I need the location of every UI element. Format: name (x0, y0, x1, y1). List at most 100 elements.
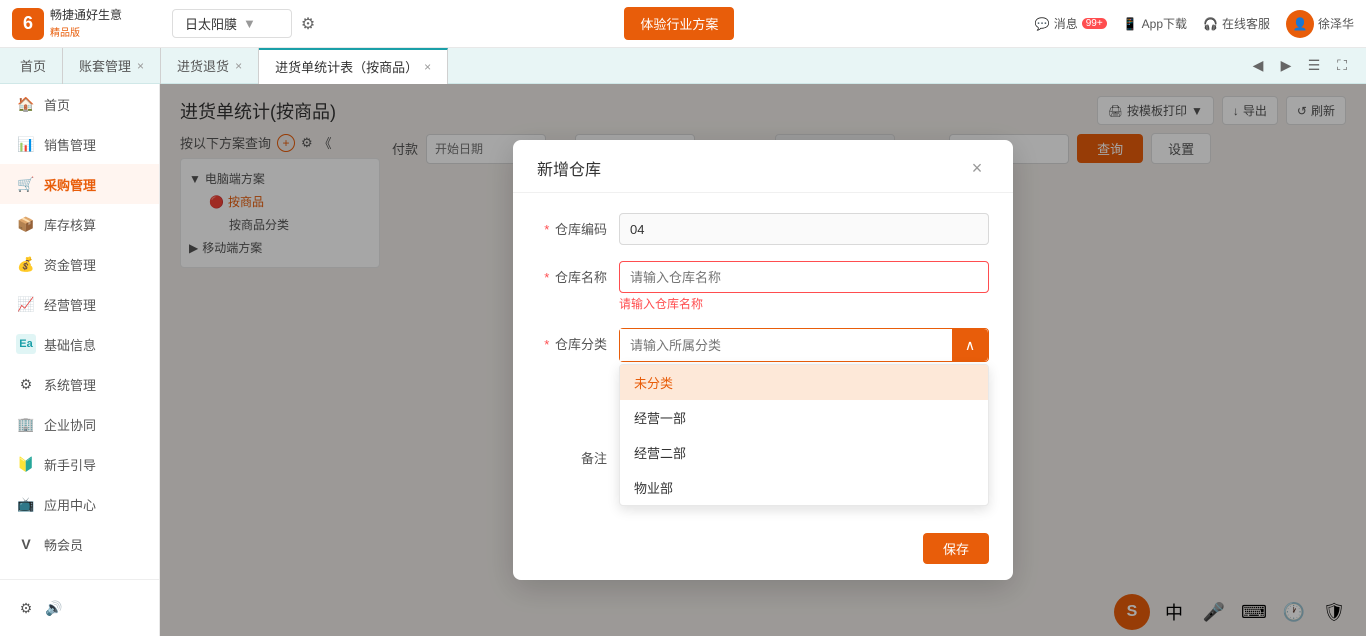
sidebar-label-guide: 新手引导 (44, 455, 96, 474)
dropdown-item-dept3[interactable]: 物业部 (620, 470, 988, 505)
store-name: 日太阳膜 (185, 14, 237, 33)
warehouse-code-input[interactable] (619, 213, 989, 245)
sidebar-item-operation[interactable]: 📈 经营管理 (0, 284, 159, 324)
top-header: 6 畅捷通好生意 精品版 日太阳膜 ▼ ⚙ 体验行业方案 💬 消息 99+ 📱 … (0, 0, 1366, 48)
warehouse-name-error: 请输入仓库名称 (619, 295, 989, 312)
sidebar-item-inventory[interactable]: 📦 库存核算 (0, 204, 159, 244)
sidebar-label-basic-info: 基础信息 (44, 335, 96, 354)
sidebar-label-inventory: 库存核算 (44, 215, 96, 234)
store-arrow-icon: ▼ (243, 16, 256, 31)
warehouse-type-row: 仓库分类 ∧ 未分类 经营一部 经营二部 (537, 328, 989, 362)
user-name: 徐泽华 (1318, 15, 1354, 32)
sidebar-item-vip[interactable]: V 畅会员 (0, 524, 159, 564)
warehouse-type-arrow-icon[interactable]: ∧ (952, 329, 988, 361)
sidebar-item-finance[interactable]: 💰 资金管理 (0, 244, 159, 284)
modal-footer: 保存 (513, 517, 1013, 580)
customer-service-item[interactable]: 🎧 在线客服 (1203, 15, 1270, 32)
dropdown-item-dept2[interactable]: 经营二部 (620, 435, 988, 470)
header-middle: 体验行业方案 (324, 7, 1035, 40)
user-menu[interactable]: 👤 徐泽华 (1286, 10, 1354, 38)
app-logo-icon: 6 (12, 8, 44, 40)
sidebar-item-guide[interactable]: 🔰 新手引导 (0, 444, 159, 484)
sidebar-label-vip: 畅会员 (44, 535, 83, 554)
tab-prev-button[interactable]: ◀ (1246, 54, 1270, 78)
tab-next-button[interactable]: ▶ (1274, 54, 1298, 78)
modal-close-button[interactable]: × (965, 156, 989, 180)
sidebar-label-app-center: 应用中心 (44, 495, 96, 514)
tab-purchase-return-close-icon[interactable]: × (235, 59, 242, 73)
notification-item[interactable]: 💬 消息 99+ (1035, 15, 1107, 32)
sidebar-gear-icon: ⚙ (16, 598, 36, 618)
purchase-icon: 🛒 (16, 174, 36, 194)
tab-purchase-stat-close-icon[interactable]: × (424, 60, 431, 74)
tab-purchase-return-label: 进货退货 (177, 56, 229, 75)
sidebar-item-sales[interactable]: 📊 销售管理 (0, 124, 159, 164)
vip-icon: V (16, 534, 36, 554)
sidebar-label-system: 系统管理 (44, 375, 96, 394)
tab-purchase-return[interactable]: 进货退货 × (161, 48, 259, 84)
close-icon: × (972, 158, 983, 179)
sidebar-label-purchase: 采购管理 (44, 175, 96, 194)
warehouse-type-input[interactable] (620, 329, 952, 361)
sidebar-item-purchase[interactable]: 🛒 采购管理 (0, 164, 159, 204)
sidebar-label-sales: 销售管理 (44, 135, 96, 154)
warehouse-name-input[interactable] (619, 261, 989, 293)
notes-label: 备注 (537, 442, 607, 467)
trial-button[interactable]: 体验行业方案 (624, 7, 734, 40)
warehouse-type-dropdown: 未分类 经营一部 经营二部 物业部 (619, 364, 989, 506)
content-area: 进货单统计(按商品) 🖨 按模板打印 ▼ ↓ 导出 ↺ 刷新 (160, 84, 1366, 636)
sidebar-settings-button[interactable]: ⚙ 🔊 (0, 588, 159, 628)
store-selector[interactable]: 日太阳膜 ▼ (172, 9, 292, 38)
avatar: 👤 (1286, 10, 1314, 38)
notification-icon: 💬 (1035, 17, 1050, 31)
modal-body: 仓库编码 仓库名称 请输入仓库名称 (513, 193, 1013, 501)
warehouse-code-label: 仓库编码 (537, 213, 607, 238)
modal-overlay[interactable]: 新增仓库 × 仓库编码 (160, 84, 1366, 636)
sidebar-item-app-center[interactable]: 📺 应用中心 (0, 484, 159, 524)
logo-area: 6 畅捷通好生意 精品版 (12, 8, 172, 40)
warehouse-name-control: 请输入仓库名称 (619, 261, 989, 312)
dropdown-item-uncategorized[interactable]: 未分类 (620, 365, 988, 400)
tab-expand-button[interactable]: ⛶ (1330, 54, 1354, 78)
sidebar-item-home[interactable]: 🏠 首页 (0, 84, 159, 124)
tab-account[interactable]: 账套管理 × (63, 48, 161, 84)
tab-menu-button[interactable]: ☰ (1302, 54, 1326, 78)
warehouse-type-dropdown-trigger[interactable]: ∧ (619, 328, 989, 362)
notification-badge: 99+ (1082, 18, 1107, 29)
dropdown-item-dept1[interactable]: 经营一部 (620, 400, 988, 435)
tab-purchase-stat-label: 进货单统计表（按商品） (275, 57, 418, 76)
enterprise-icon: 🏢 (16, 414, 36, 434)
app-download-item[interactable]: 📱 App下载 (1123, 15, 1187, 32)
sidebar-item-enterprise[interactable]: 🏢 企业协同 (0, 404, 159, 444)
app-name: 畅捷通好生意 (50, 8, 122, 24)
notification-label: 消息 (1054, 15, 1078, 32)
tab-account-close-icon[interactable]: × (137, 59, 144, 73)
settings-button[interactable]: ⚙ (292, 8, 324, 40)
sidebar-item-system[interactable]: ⚙ 系统管理 (0, 364, 159, 404)
warehouse-name-row: 仓库名称 请输入仓库名称 (537, 261, 989, 312)
tab-home[interactable]: 首页 (4, 48, 63, 84)
customer-service-icon: 🎧 (1203, 17, 1218, 31)
tab-purchase-stat[interactable]: 进货单统计表（按商品） × (259, 48, 448, 84)
sidebar-bottom: ⚙ 🔊 (0, 579, 159, 636)
customer-service-label: 在线客服 (1222, 15, 1270, 32)
sidebar-label-home: 首页 (44, 95, 70, 114)
save-button[interactable]: 保存 (923, 533, 989, 564)
modal-title: 新增仓库 (537, 156, 601, 180)
sidebar-label-finance: 资金管理 (44, 255, 96, 274)
tab-controls: ◀ ▶ ☰ ⛶ (1246, 54, 1362, 78)
app-download-icon: 📱 (1123, 17, 1138, 31)
operation-icon: 📈 (16, 294, 36, 314)
warehouse-name-label: 仓库名称 (537, 261, 607, 286)
home-icon: 🏠 (16, 94, 36, 114)
warehouse-type-control: ∧ 未分类 经营一部 经营二部 物业部 (619, 328, 989, 362)
header-right: 💬 消息 99+ 📱 App下载 🎧 在线客服 👤 徐泽华 (1035, 10, 1354, 38)
add-warehouse-modal: 新增仓库 × 仓库编码 (513, 140, 1013, 580)
sidebar: 🏠 首页 📊 销售管理 🛒 采购管理 📦 库存核算 💰 资金管理 📈 经营管理 … (0, 84, 160, 636)
main-layout: 🏠 首页 📊 销售管理 🛒 采购管理 📦 库存核算 💰 资金管理 📈 经营管理 … (0, 84, 1366, 636)
sales-icon: 📊 (16, 134, 36, 154)
sidebar-item-basic-info[interactable]: Ea 基础信息 (0, 324, 159, 364)
modal-header: 新增仓库 × (513, 140, 1013, 193)
basic-info-icon: Ea (16, 334, 36, 354)
app-badge: 精品版 (50, 24, 122, 39)
